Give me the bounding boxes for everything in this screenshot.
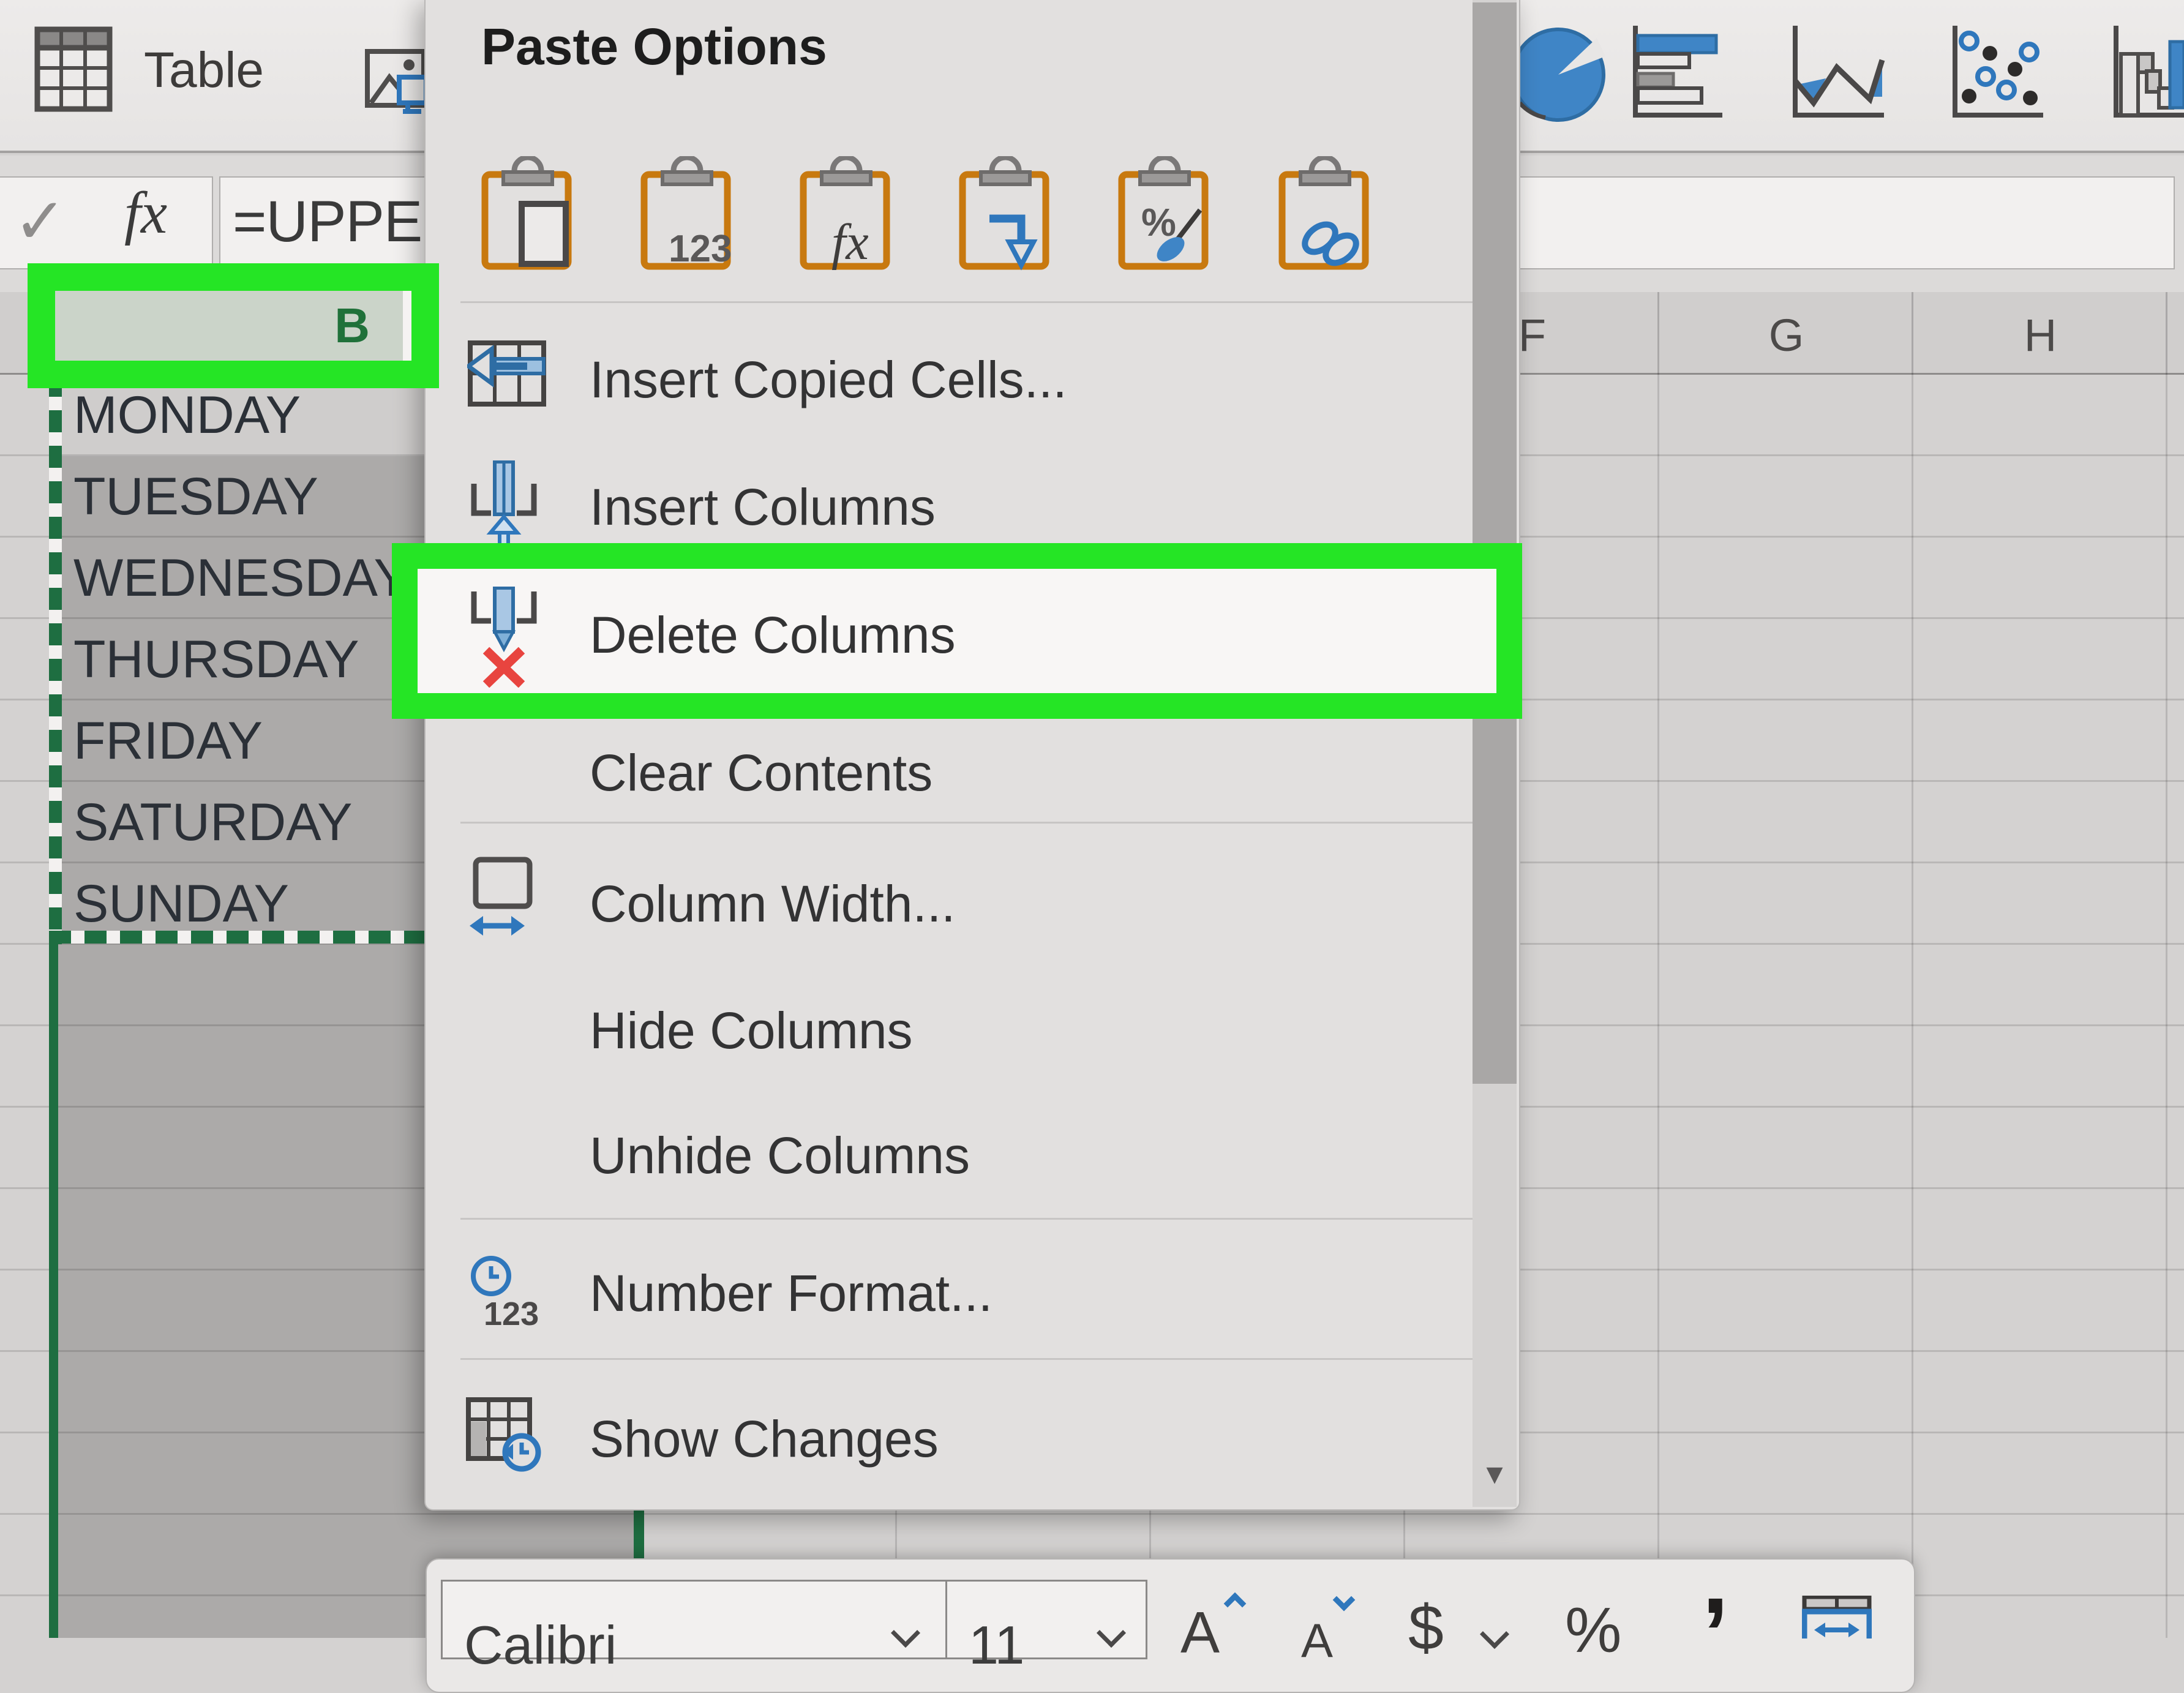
- scatter-chart-icon[interactable]: [1950, 24, 2045, 119]
- grid-vline: [1657, 375, 1659, 1638]
- marching-ants-border: [49, 375, 62, 944]
- menu-item-hide-columns[interactable]: Hide Columns: [590, 997, 913, 1064]
- paste-options-heading: Paste Options: [481, 18, 827, 75]
- insert-columns-icon: [471, 460, 537, 555]
- menu-separator: [460, 822, 1476, 824]
- values-123-glyph: 123: [669, 228, 732, 270]
- paste-link-icon[interactable]: [1275, 156, 1376, 272]
- accounting-format-button[interactable]: $: [1408, 1592, 1444, 1665]
- decrease-font-size-button[interactable]: A: [1301, 1613, 1333, 1669]
- annotation-box-column-b: B: [28, 263, 439, 388]
- scroll-down-arrow-icon[interactable]: ▼: [1473, 1457, 1517, 1490]
- number-format-icon: 123: [471, 1256, 539, 1332]
- table-icon[interactable]: [34, 23, 113, 115]
- grid-vline: [1912, 375, 1913, 1638]
- enter-formula-icon[interactable]: ✓: [13, 184, 67, 258]
- menu-separator: [460, 1218, 1476, 1220]
- comma-style-button[interactable]: ,: [1702, 1526, 1728, 1635]
- menu-item-show-changes[interactable]: Show Changes: [590, 1405, 939, 1473]
- menu-item-number-format[interactable]: Number Format...: [590, 1259, 993, 1327]
- paste-formulas-icon[interactable]: fx: [796, 156, 897, 272]
- grid-vline: [2166, 375, 2167, 1638]
- percent-style-button[interactable]: %: [1565, 1594, 1621, 1667]
- paste-formatting-icon[interactable]: %: [1114, 156, 1215, 272]
- increase-font-size-button[interactable]: A: [1180, 1599, 1220, 1667]
- paste-icon[interactable]: [478, 156, 579, 272]
- insert-function-icon[interactable]: fx: [124, 179, 167, 247]
- selection-border: [49, 944, 58, 1638]
- column-width-icon: [470, 857, 533, 936]
- bar-chart-icon[interactable]: [1630, 24, 1725, 119]
- paste-transpose-icon[interactable]: [955, 156, 1056, 272]
- histogram-chart-icon[interactable]: [2111, 24, 2184, 119]
- autofit-column-width-icon[interactable]: [1802, 1596, 1872, 1639]
- pictures-icon[interactable]: [365, 39, 426, 119]
- column-header-h[interactable]: H: [1913, 309, 2167, 361]
- line-chart-icon[interactable]: [1789, 24, 1887, 119]
- paste-values-icon[interactable]: 123: [637, 156, 738, 272]
- menu-separator: [460, 1358, 1476, 1360]
- menu-item-insert-columns[interactable]: Insert Columns: [590, 473, 936, 541]
- column-header-g[interactable]: G: [1659, 309, 1913, 361]
- annotation-box-delete-columns: [392, 543, 1522, 719]
- formatting-percent-glyph: %: [1141, 200, 1176, 244]
- font-name-value[interactable]: Calibri: [464, 1614, 617, 1676]
- number-format-123-glyph: 123: [484, 1296, 539, 1332]
- menu-item-unhide-columns[interactable]: Unhide Columns: [590, 1122, 970, 1189]
- menu-item-column-width[interactable]: Column Width...: [590, 870, 956, 937]
- formulas-fx-glyph: fx: [831, 214, 869, 271]
- pie-chart-icon[interactable]: [1507, 24, 1608, 126]
- font-size-value[interactable]: 11: [969, 1614, 1024, 1676]
- menu-separator: [460, 301, 1476, 303]
- menu-item-insert-copied-cells[interactable]: Insert Copied Cells...: [590, 346, 1067, 413]
- show-changes-icon: [466, 1397, 541, 1472]
- insert-copied-cells-icon: [467, 340, 546, 407]
- column-b-header[interactable]: B: [55, 291, 411, 361]
- menu-item-clear-contents[interactable]: Clear Contents: [590, 739, 933, 806]
- table-button-label[interactable]: Table: [144, 42, 264, 99]
